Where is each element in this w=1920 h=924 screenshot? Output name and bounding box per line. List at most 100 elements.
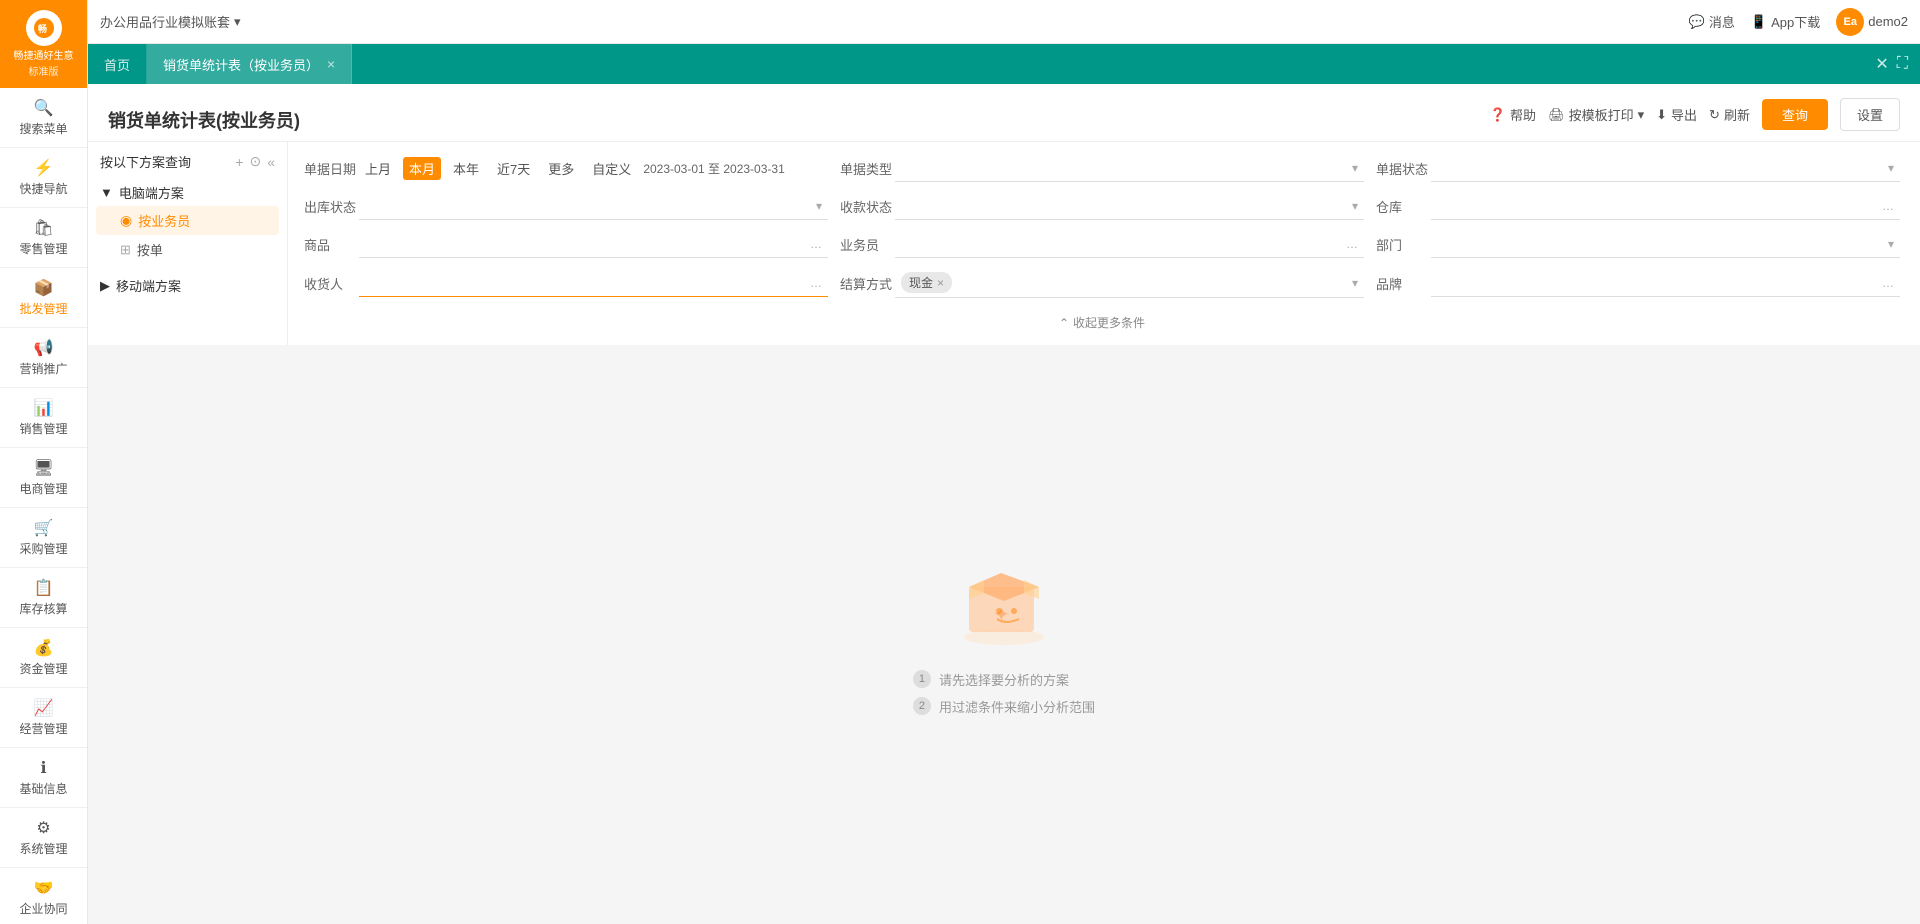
refresh-label: 刷新 [1724,105,1750,124]
sidebar-item-enterprise[interactable]: 🤝 企业协同 [0,868,87,924]
settlement-tag: 现金 × [901,272,952,293]
sidebar-item-system[interactable]: ⚙ 系统管理 [0,808,87,868]
export-icon: ⬇ [1656,107,1667,123]
tab-expand-btn[interactable]: ⛶ [1897,55,1908,73]
export-label: 导出 [1671,105,1697,124]
settings-scheme-icon[interactable]: ⊙ [249,153,261,170]
receipt-status-dropdown-icon: ▾ [1352,199,1358,213]
settlement-tag-close[interactable]: × [937,276,944,290]
sidebar-item-marketing[interactable]: 📢 营销推广 [0,328,87,388]
tab-sales-stat[interactable]: 销货单统计表（按业务员） × [147,44,352,84]
sidebar-item-stock[interactable]: 📋 库存核算 [0,568,87,628]
brand-label: 品牌 [1376,274,1431,293]
page-title: 销货单统计表(按业务员) [108,107,300,133]
query-button[interactable]: 查询 [1762,99,1828,130]
tabs-bar-right: ✕ ⛶ [1863,44,1920,84]
message-btn[interactable]: 💬 消息 [1689,12,1735,31]
date-range-text: 2023-03-01 至 2023-03-31 [643,160,784,177]
sidebar-item-quick-nav[interactable]: ⚡ 快捷导航 [0,148,87,208]
settings-button[interactable]: 设置 [1840,98,1900,131]
sidebar-item-retail[interactable]: 🛍 零售管理 [0,208,87,268]
scheme-item-order[interactable]: ⊞ 按单 [96,235,279,264]
sidebar-item-ops[interactable]: 📈 经营管理 [0,688,87,748]
warehouse-control[interactable]: … [1431,192,1900,220]
refresh-icon: ↻ [1709,107,1720,123]
filter-panel-icons: + ⊙ « [235,153,275,170]
search-menu-icon: 🔍 [34,98,54,118]
goods-control[interactable]: … [359,230,828,258]
topbar-right: 💬 消息 📱 App下载 Ea demo2 [1689,8,1908,36]
filter-left-panel: 按以下方案查询 + ⊙ « ▼ 电脑端方案 ◉ [88,142,288,345]
doc-type-control[interactable]: ▾ [895,154,1364,182]
filter-right: 单据日期 上月 本月 本年 近7天 更多 自定义 2023-03-01 至 20… [288,142,1900,345]
receipt-status-control[interactable]: ▾ [895,192,1364,220]
settlement-control[interactable]: 现金 × ▾ [895,268,1364,298]
out-status-control[interactable]: ▾ [359,192,828,220]
filter-row-2: 出库状态 ▾ 收款状态 ▾ [304,192,1900,220]
filter-row-1: 单据日期 上月 本月 本年 近7天 更多 自定义 2023-03-01 至 20… [304,154,1900,182]
sidebar-item-basic-info[interactable]: ℹ 基础信息 [0,748,87,808]
sidebar-item-finance[interactable]: 💰 资金管理 [0,628,87,688]
date-btn-this-month[interactable]: 本月 [403,157,441,180]
svg-text:畅: 畅 [38,23,47,34]
out-status-label: 出库状态 [304,197,359,216]
sidebar-item-purchase[interactable]: 🛒 采购管理 [0,508,87,568]
workspace-selector[interactable]: 办公用品行业模拟账套 ▾ [100,12,241,31]
doc-type-dropdown-icon: ▾ [1352,161,1358,175]
date-btn-last-month[interactable]: 上月 [359,157,397,180]
scheme-group-desktop: ▼ 电脑端方案 ◉ 按业务员 ⊞ 按单 [96,179,279,264]
date-btn-custom[interactable]: 自定义 [586,157,637,180]
print-label: 按模板打印 [1569,105,1634,124]
tab-close-all-btn[interactable]: ✕ [1875,54,1888,74]
sidebar-item-sales[interactable]: 📊 销售管理 [0,388,87,448]
sidebar-item-ecom[interactable]: 🖥 电商管理 [0,448,87,508]
sidebar-item-wholesale[interactable]: 📦 批发管理 [0,268,87,328]
app-logo[interactable]: 畅 畅捷通好生意 标准版 [0,0,88,88]
collapse-panel-icon[interactable]: « [267,154,275,170]
scheme-list: ▼ 电脑端方案 ◉ 按业务员 ⊞ 按单 [88,179,287,299]
sidebar-item-label: 系统管理 [19,840,67,857]
date-btn-this-year[interactable]: 本年 [447,157,485,180]
tab-home[interactable]: 首页 [88,44,147,84]
date-controls: 上月 本月 本年 近7天 更多 自定义 2023-03-01 至 2023-03… [359,157,785,180]
sidebar-item-label: 零售管理 [19,240,67,257]
refresh-btn[interactable]: ↻ 刷新 [1709,105,1750,124]
date-btn-more[interactable]: 更多 [542,157,580,180]
sidebar-item-search-menu[interactable]: 🔍 搜索菜单 [0,88,87,148]
print-template-btn[interactable]: 🖨 按模板打印 ▾ [1548,105,1644,124]
tip-text-1: 请先选择要分析的方案 [939,670,1069,689]
department-control[interactable]: ▾ [1431,230,1900,258]
filter-rows: 单据日期 上月 本月 本年 近7天 更多 自定义 2023-03-01 至 20… [304,154,1900,337]
scheme-order-icon: ⊞ [120,242,131,258]
empty-tip-1: 1 请先选择要分析的方案 [913,670,1095,689]
date-btn-7days[interactable]: 近7天 [491,157,536,180]
app-download-btn[interactable]: 📱 App下载 [1751,12,1820,31]
scheme-group-desktop-header[interactable]: ▼ 电脑端方案 [96,179,279,206]
print-icon: 🖨 [1548,107,1565,123]
help-btn[interactable]: ❓ 帮助 [1490,105,1536,124]
receiver-control[interactable]: … [359,269,828,297]
purchase-icon: 🛒 [34,518,54,538]
user-menu[interactable]: Ea demo2 [1836,8,1908,36]
scheme-item-salesperson[interactable]: ◉ 按业务员 [96,206,279,235]
sidebar-item-label: 电商管理 [19,480,67,497]
filter-row-4: 收货人 … 结算方式 现金 × [304,268,1900,298]
empty-illustration: ✦ [944,554,1064,654]
print-dropdown-icon: ▾ [1638,107,1645,123]
scheme-group-mobile-header[interactable]: ▶ 移动端方案 [96,272,279,299]
date-label: 单据日期 [304,159,359,178]
receipt-status-label: 收款状态 [840,197,895,216]
help-label: 帮助 [1510,105,1536,124]
collapse-label: 收起更多条件 [1073,314,1145,331]
collapse-button[interactable]: ⌃ 收起更多条件 [304,308,1900,337]
tab-close-icon[interactable]: × [327,56,335,72]
salesperson-control[interactable]: … [895,230,1364,258]
app-download-icon: 📱 [1751,14,1767,30]
doc-status-control[interactable]: ▾ [1431,154,1900,182]
tab-home-label: 首页 [104,55,130,74]
brand-control[interactable]: … [1431,269,1900,297]
filter-field-doc-type: 单据类型 ▾ [840,154,1364,182]
export-btn[interactable]: ⬇ 导出 [1656,105,1697,124]
add-scheme-icon[interactable]: + [235,154,243,170]
system-icon: ⚙ [36,818,50,838]
